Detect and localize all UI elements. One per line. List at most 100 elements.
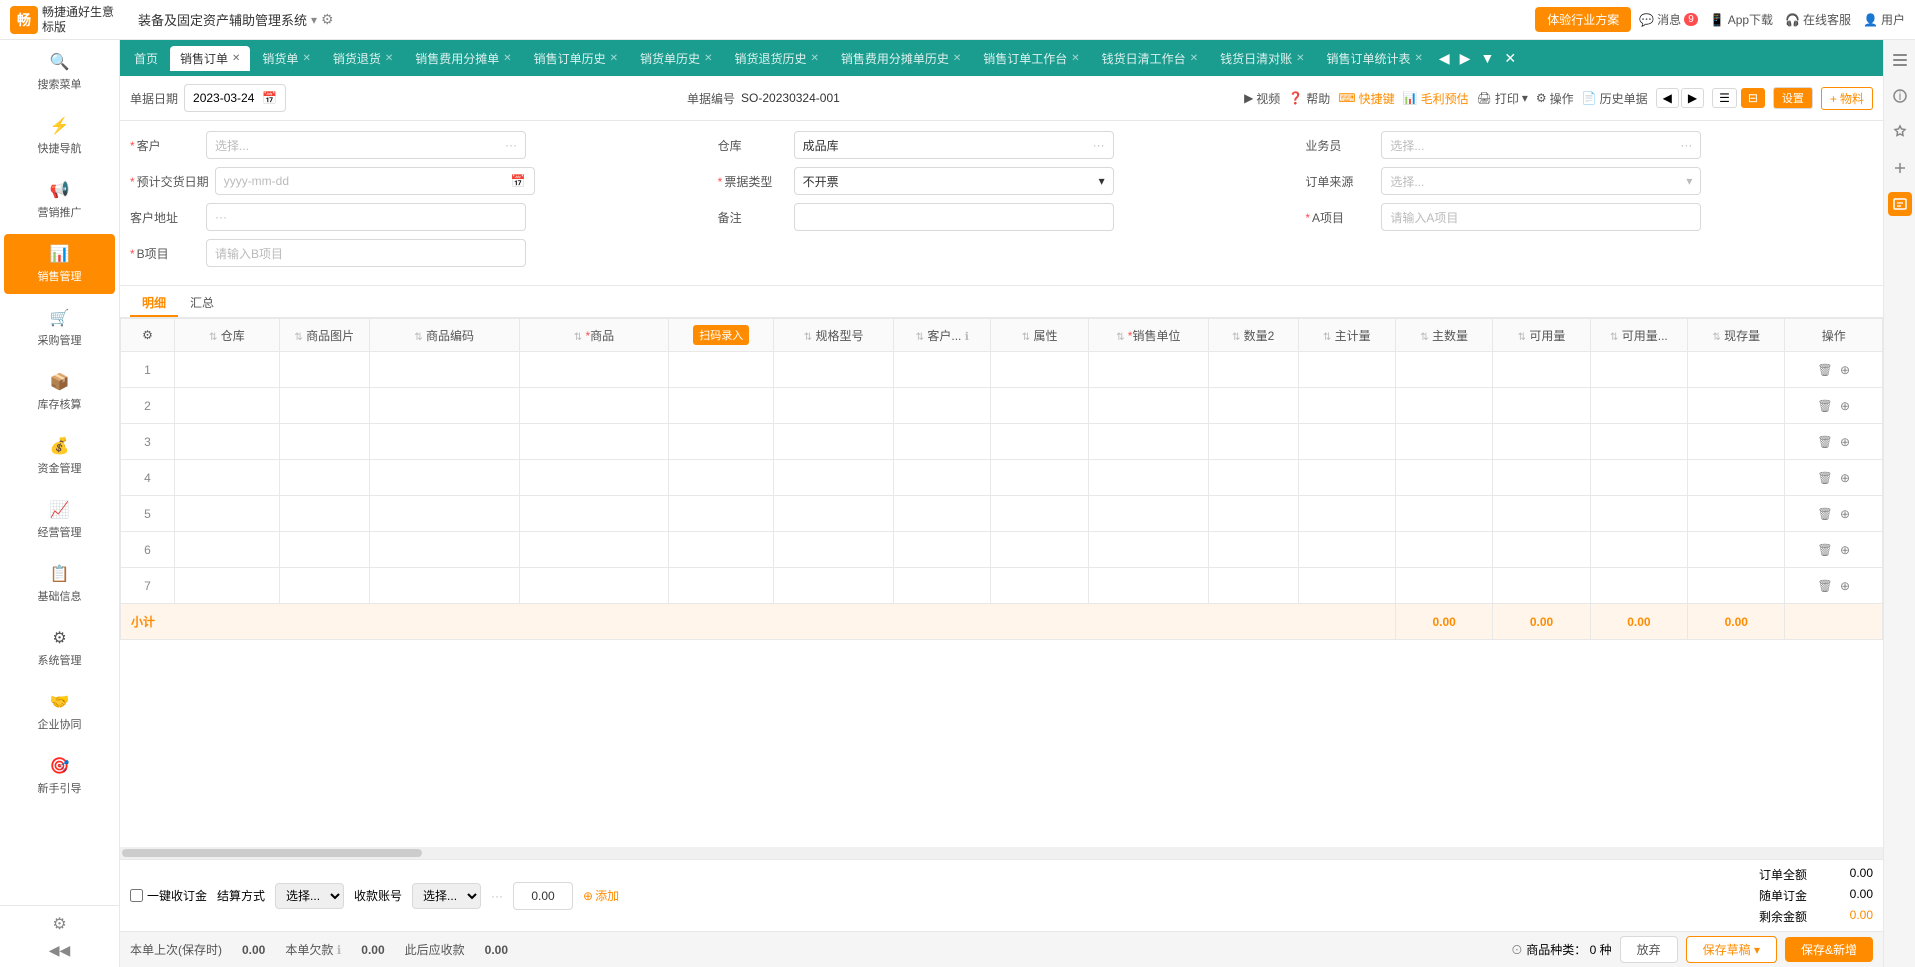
- scan-btn[interactable]: 扫码录入: [693, 325, 749, 345]
- print-dropdown-icon[interactable]: ▾: [1522, 91, 1528, 105]
- one-key-checkout-checkbox[interactable]: [130, 889, 143, 902]
- tab-close-sales-invoice[interactable]: ✕: [302, 53, 310, 64]
- th-product[interactable]: ⇅ *商品: [519, 319, 669, 352]
- source-dropdown-icon[interactable]: ▾: [1686, 174, 1692, 188]
- row3-qty2[interactable]: [1208, 424, 1298, 460]
- tab-expense-history[interactable]: 销售费用分摊单历史 ✕: [831, 46, 971, 71]
- settings-btn[interactable]: 设置: [1773, 87, 1813, 109]
- th-avail[interactable]: ⇅ 可用量: [1493, 319, 1590, 352]
- add-btn[interactable]: ⊕ 添加: [583, 887, 619, 904]
- row4-main-qty[interactable]: [1395, 460, 1492, 496]
- row1-delete-icon[interactable]: 🗑: [1817, 363, 1832, 377]
- row7-main-qty[interactable]: [1395, 568, 1492, 604]
- sidebar-item-guide[interactable]: 🎯 新手引导: [4, 746, 115, 806]
- message-btn[interactable]: 💬 消息 9: [1639, 11, 1698, 28]
- tab-menu-btn[interactable]: ▼: [1476, 48, 1498, 68]
- tab-prev-btn[interactable]: ◀: [1435, 48, 1454, 69]
- row1-unit[interactable]: [1088, 352, 1208, 388]
- th-scan[interactable]: 扫码录入: [669, 319, 774, 352]
- tab-close-invoice-history[interactable]: ✕: [704, 53, 712, 64]
- right-icon-5[interactable]: [1888, 192, 1912, 216]
- tab-daily-workbench[interactable]: 钱货日清工作台 ✕: [1092, 46, 1208, 71]
- row2-unit[interactable]: [1088, 388, 1208, 424]
- delivery-date-input[interactable]: yyyy-mm-dd 📅: [215, 167, 535, 195]
- sidebar-item-marketing[interactable]: 📢 营销推广: [4, 170, 115, 230]
- online-service-btn[interactable]: 🎧 在线客服: [1785, 11, 1851, 28]
- tab-return-history[interactable]: 销货退货历史 ✕: [724, 46, 828, 71]
- row1-copy-icon[interactable]: ⊕: [1840, 363, 1850, 377]
- row7-unit[interactable]: [1088, 568, 1208, 604]
- row2-warehouse[interactable]: [174, 388, 279, 424]
- row7-spec[interactable]: [774, 568, 894, 604]
- row5-code[interactable]: [369, 496, 519, 532]
- a-project-input[interactable]: 请输入A项目: [1381, 203, 1701, 231]
- tab-sales-return[interactable]: 销货退货 ✕: [323, 46, 403, 71]
- row2-main-qty[interactable]: [1395, 388, 1492, 424]
- customer-ellipsis[interactable]: ···: [505, 138, 517, 152]
- row6-main-qty[interactable]: [1395, 532, 1492, 568]
- th-avail2[interactable]: ⇅ 可用量...: [1590, 319, 1687, 352]
- customer-input[interactable]: 选择... ···: [206, 131, 526, 159]
- row2-attr[interactable]: [991, 388, 1088, 424]
- th-spec[interactable]: ⇅ 规格型号: [774, 319, 894, 352]
- row1-spec[interactable]: [774, 352, 894, 388]
- row4-product[interactable]: [519, 460, 669, 496]
- th-customer-code[interactable]: ⇅ 客户... ℹ: [894, 319, 991, 352]
- sidebar-item-operations[interactable]: 📈 经营管理: [4, 490, 115, 550]
- amount-input[interactable]: 0.00: [513, 882, 573, 910]
- th-warehouse[interactable]: ⇅ 仓库: [174, 319, 279, 352]
- th-qty2[interactable]: ⇅ 数量2: [1208, 319, 1298, 352]
- tab-close-sales-return[interactable]: ✕: [385, 53, 393, 64]
- right-icon-4[interactable]: [1888, 156, 1912, 180]
- account-select[interactable]: 选择...: [412, 883, 481, 909]
- row5-delete-icon[interactable]: 🗑: [1817, 507, 1832, 521]
- row4-code[interactable]: [369, 460, 519, 496]
- row4-unit[interactable]: [1088, 460, 1208, 496]
- sidebar-item-sales[interactable]: 📊 销售管理: [4, 234, 115, 294]
- salesperson-input[interactable]: 选择... ···: [1381, 131, 1701, 159]
- history-prev-btn[interactable]: ◀: [1656, 88, 1679, 108]
- tab-close-daily-reconcile[interactable]: ✕: [1296, 53, 1304, 64]
- ops-btn[interactable]: ⚙ 操作: [1536, 90, 1574, 107]
- row4-attr[interactable]: [991, 460, 1088, 496]
- tab-close-daily-workbench[interactable]: ✕: [1190, 53, 1198, 64]
- discard-btn[interactable]: 放弃: [1620, 936, 1678, 963]
- row5-spec[interactable]: [774, 496, 894, 532]
- warehouse-input[interactable]: 成品库 ···: [794, 131, 1114, 159]
- row6-unit[interactable]: [1088, 532, 1208, 568]
- th-unit[interactable]: ⇅ *销售单位: [1088, 319, 1208, 352]
- row6-qty2[interactable]: [1208, 532, 1298, 568]
- customer-code-info-icon[interactable]: ℹ: [965, 331, 969, 343]
- sidebar-item-purchase[interactable]: 🛒 采购管理: [4, 298, 115, 358]
- collapse-icon[interactable]: ◀◀: [49, 942, 71, 959]
- right-icon-3[interactable]: [1888, 120, 1912, 144]
- table-container[interactable]: ⚙ ⇅ 仓库 ⇅ 商品图片 ⇅ 商品编码 ⇅ *商品: [120, 318, 1883, 847]
- tab-close-expense-history[interactable]: ✕: [953, 53, 961, 64]
- th-stock[interactable]: ⇅ 现存量: [1688, 319, 1785, 352]
- add-material-btn[interactable]: + 物料: [1821, 87, 1873, 110]
- user-btn[interactable]: 👤 用户: [1863, 11, 1905, 28]
- row7-code[interactable]: [369, 568, 519, 604]
- order-source-input[interactable]: 选择... ▾: [1381, 167, 1701, 195]
- invoice-dropdown-icon[interactable]: ▾: [1099, 174, 1105, 188]
- row4-qty2[interactable]: [1208, 460, 1298, 496]
- date-input[interactable]: 2023-03-24 📅: [184, 84, 286, 112]
- th-settings[interactable]: ⚙: [121, 319, 175, 352]
- sidebar-item-quicknav[interactable]: ⚡ 快捷导航: [4, 106, 115, 166]
- row6-copy-icon[interactable]: ⊕: [1840, 543, 1850, 557]
- row6-code[interactable]: [369, 532, 519, 568]
- tab-daily-reconcile[interactable]: 钱货日清对账 ✕: [1210, 46, 1314, 71]
- row1-code[interactable]: [369, 352, 519, 388]
- salesperson-ellipsis[interactable]: ···: [1680, 138, 1692, 152]
- print-btn[interactable]: 🖨 打印 ▾: [1477, 90, 1528, 107]
- b-project-input[interactable]: 请输入B项目: [206, 239, 526, 267]
- form-view-btn[interactable]: ⊟: [1741, 88, 1765, 108]
- row1-attr[interactable]: [991, 352, 1088, 388]
- tab-sales-order[interactable]: 销售订单 ✕: [170, 46, 250, 71]
- right-icon-2[interactable]: i: [1888, 84, 1912, 108]
- settings-icon[interactable]: ⚙: [321, 11, 334, 28]
- row5-copy-icon[interactable]: ⊕: [1840, 507, 1850, 521]
- dropdown-icon[interactable]: ▾: [311, 13, 317, 27]
- sidebar-item-finance[interactable]: 💰 资金管理: [4, 426, 115, 486]
- row2-qty2[interactable]: [1208, 388, 1298, 424]
